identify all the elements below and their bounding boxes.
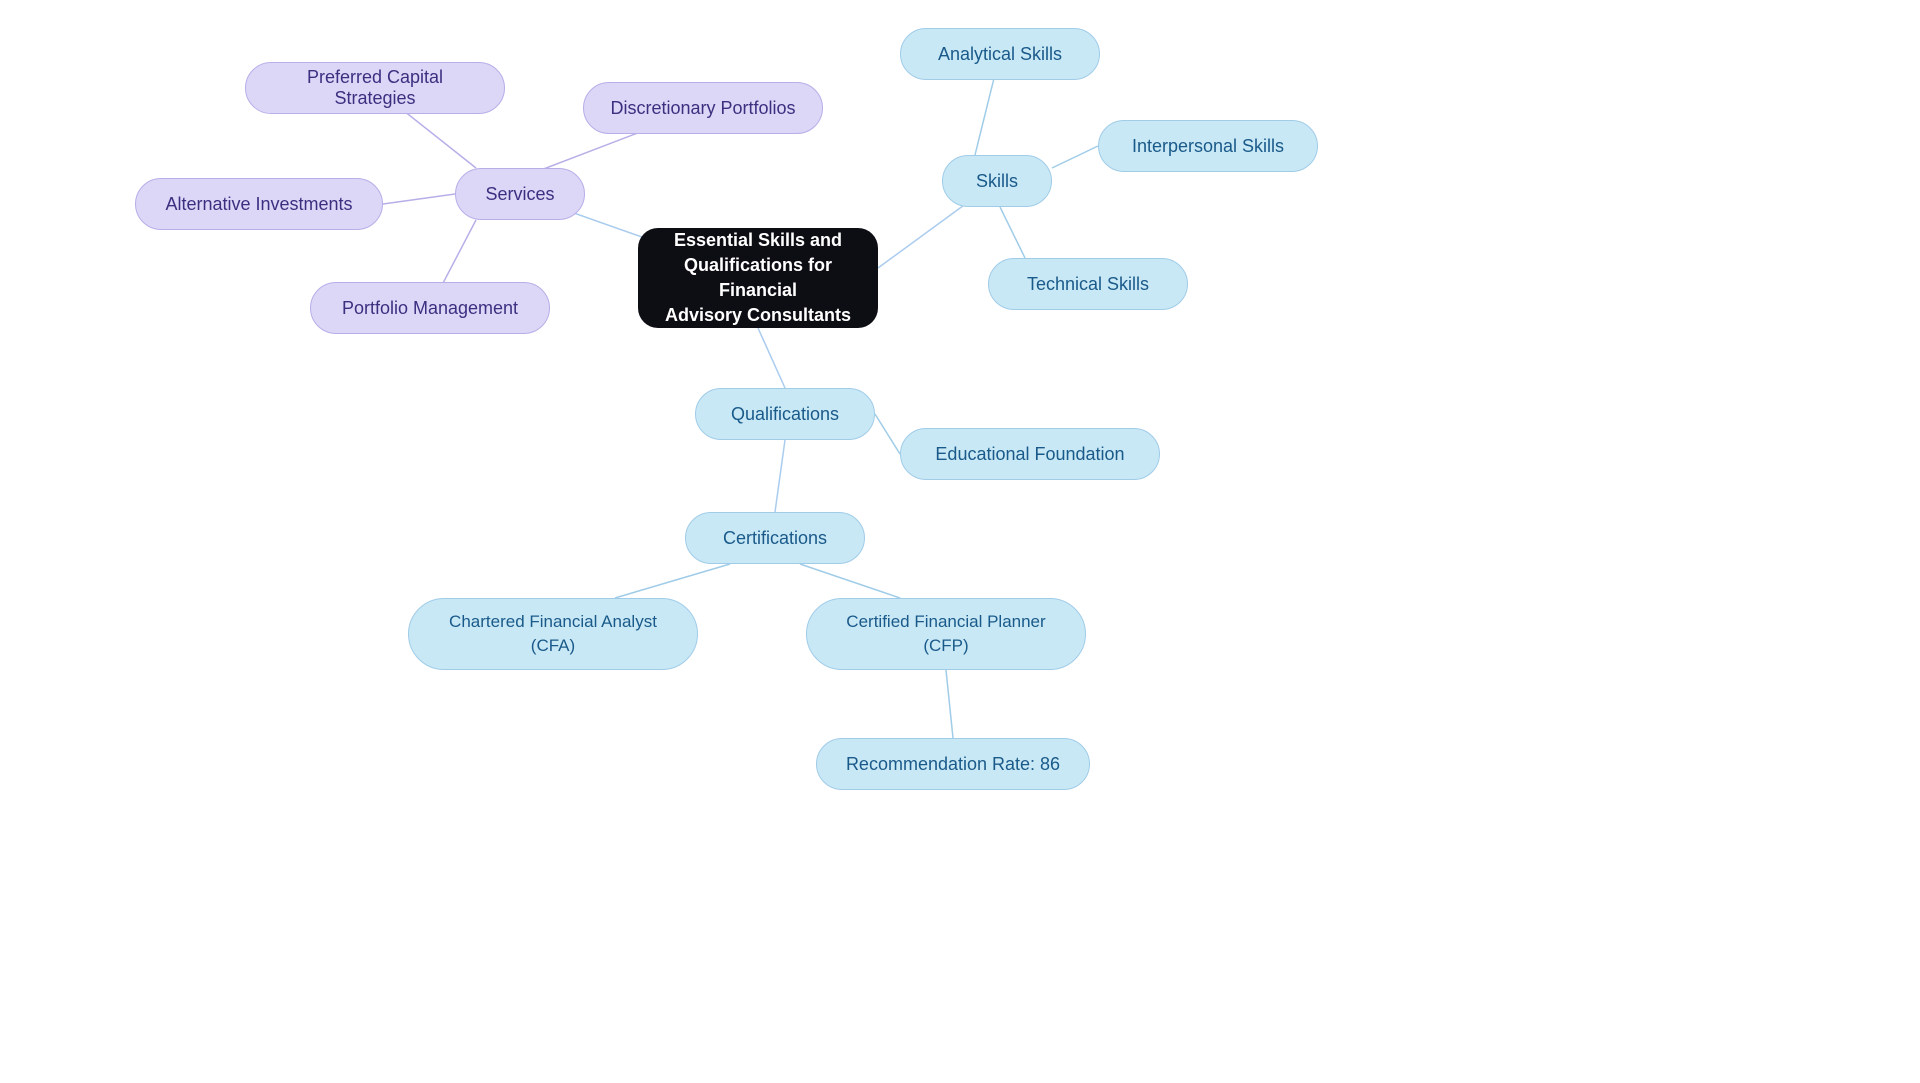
center-node: Essential Skills and Qualifications for …: [638, 228, 878, 328]
cfa-node: Chartered Financial Analyst (CFA): [408, 598, 698, 670]
qualifications-node: Qualifications: [695, 388, 875, 440]
recommendation-rate-node: Recommendation Rate: 86: [816, 738, 1090, 790]
portfolio-management-node: Portfolio Management: [310, 282, 550, 334]
educational-foundation-node: Educational Foundation: [900, 428, 1160, 480]
preferred-capital-node: Preferred Capital Strategies: [245, 62, 505, 114]
interpersonal-skills-node: Interpersonal Skills: [1098, 120, 1318, 172]
analytical-skills-node: Analytical Skills: [900, 28, 1100, 80]
cfp-node: Certified Financial Planner (CFP): [806, 598, 1086, 670]
alternative-investments-node: Alternative Investments: [135, 178, 383, 230]
services-node: Services: [455, 168, 585, 220]
skills-node: Skills: [942, 155, 1052, 207]
certifications-node: Certifications: [685, 512, 865, 564]
discretionary-portfolios-node: Discretionary Portfolios: [583, 82, 823, 134]
technical-skills-node: Technical Skills: [988, 258, 1188, 310]
